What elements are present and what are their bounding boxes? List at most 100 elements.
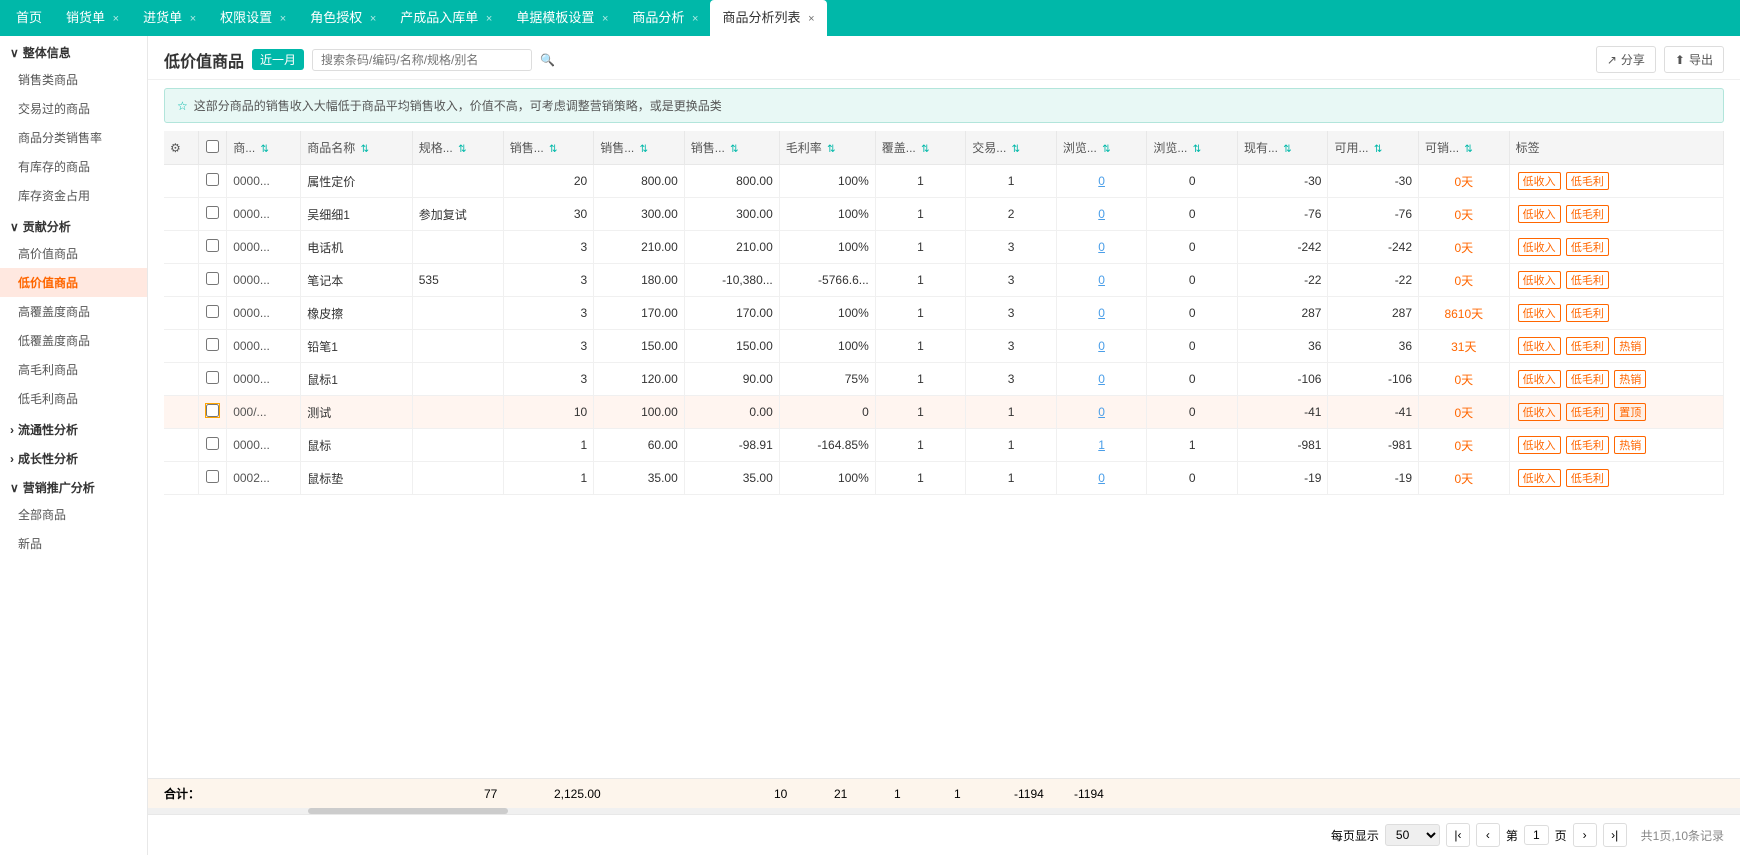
col-available[interactable]: 可用... ⇅ — [1328, 131, 1419, 165]
close-permissions[interactable]: × — [280, 13, 286, 25]
col-name[interactable]: 商品名称 ⇅ — [301, 131, 412, 165]
info-icon: ☆ — [177, 99, 188, 113]
nav-home[interactable]: 首页 — [4, 0, 54, 36]
sidebar-item-low-profit[interactable]: 低毛利商品 — [0, 384, 147, 413]
nav-template-settings[interactable]: 单据模板设置 × — [504, 0, 620, 36]
row-checkbox[interactable] — [206, 404, 219, 417]
col-views1[interactable]: 浏览... ⇅ — [1056, 131, 1147, 165]
close-product-inbound[interactable]: × — [486, 13, 492, 25]
sidebar-item-traded-goods[interactable]: 交易过的商品 — [0, 94, 147, 123]
col-sales-amount[interactable]: 销售... ⇅ — [684, 131, 779, 165]
nav-sales-order[interactable]: 销货单 × — [54, 0, 131, 36]
row-saleable: 0天 — [1419, 396, 1510, 429]
views-link[interactable]: 0 — [1098, 405, 1105, 419]
views-link[interactable]: 0 — [1098, 207, 1105, 221]
settings-gear-icon[interactable]: ⚙ — [170, 141, 181, 155]
sidebar-item-stock-capital[interactable]: 库存资金占用 — [0, 181, 147, 210]
col-transactions[interactable]: 交易... ⇅ — [966, 131, 1057, 165]
col-sales-qty[interactable]: 销售... ⇅ — [503, 131, 594, 165]
sidebar-item-category-rate[interactable]: 商品分类销售率 — [0, 123, 147, 152]
row-sales-price: 150.00 — [594, 330, 685, 363]
row-checkbox[interactable] — [206, 338, 219, 351]
col-current-stock[interactable]: 现有... ⇅ — [1237, 131, 1328, 165]
last-page-button[interactable]: ›| — [1603, 823, 1627, 847]
sidebar-section-overall[interactable]: ∨ 整体信息 — [0, 36, 147, 65]
search-icon[interactable]: 🔍 — [540, 53, 555, 67]
row-spec — [412, 462, 503, 495]
first-page-button[interactable]: |‹ — [1446, 823, 1470, 847]
row-checkbox[interactable] — [206, 272, 219, 285]
views-link[interactable]: 1 — [1098, 438, 1105, 452]
next-page-button[interactable]: › — [1573, 823, 1597, 847]
row-checkbox[interactable] — [206, 371, 219, 384]
sidebar-item-low-value[interactable]: 低价值商品 — [0, 268, 147, 297]
sidebar-section-marketing[interactable]: ∨ 营销推广分析 — [0, 471, 147, 500]
nav-product-analysis-list[interactable]: 商品分析列表 × — [710, 0, 826, 36]
row-checkbox[interactable] — [206, 173, 219, 186]
col-views2[interactable]: 浏览... ⇅ — [1147, 131, 1238, 165]
sidebar-item-high-coverage[interactable]: 高覆盖度商品 — [0, 297, 147, 326]
sidebar-section-liquidity[interactable]: › 流通性分析 — [0, 413, 147, 442]
col-saleable[interactable]: 可销... ⇅ — [1419, 131, 1510, 165]
row-checkbox[interactable] — [206, 470, 219, 483]
nav-purchase-order[interactable]: 进货单 × — [131, 0, 208, 36]
row-sales-qty: 1 — [503, 429, 594, 462]
row-coverage: 1 — [875, 429, 966, 462]
select-all-checkbox[interactable] — [206, 140, 219, 153]
tag-badge: 低收入 — [1518, 205, 1561, 223]
page-size-select[interactable]: 50 100 200 — [1385, 824, 1440, 846]
row-views2: 0 — [1147, 165, 1238, 198]
views-link[interactable]: 0 — [1098, 174, 1105, 188]
close-template-settings[interactable]: × — [602, 13, 608, 25]
views-link[interactable]: 0 — [1098, 471, 1105, 485]
page-title: 低价值商品 — [164, 48, 244, 72]
views-link[interactable]: 0 — [1098, 372, 1105, 386]
sidebar-item-new-goods[interactable]: 新品 — [0, 529, 147, 558]
col-settings[interactable]: ⚙ — [164, 131, 199, 165]
sidebar-item-high-value[interactable]: 高价值商品 — [0, 239, 147, 268]
col-coverage[interactable]: 覆盖... ⇅ — [875, 131, 966, 165]
nav-product-analysis[interactable]: 商品分析 × — [620, 0, 710, 36]
col-tags: 标签 — [1509, 131, 1723, 165]
row-checkbox-cell — [199, 198, 227, 231]
col-sales-price[interactable]: 销售... ⇅ — [594, 131, 685, 165]
row-coverage: 1 — [875, 297, 966, 330]
row-sales-qty: 3 — [503, 297, 594, 330]
views-link[interactable]: 0 — [1098, 306, 1105, 320]
nav-permissions[interactable]: 权限设置 × — [208, 0, 298, 36]
sidebar-item-low-coverage[interactable]: 低覆盖度商品 — [0, 326, 147, 355]
tag-badge: 低收入 — [1518, 337, 1561, 355]
export-button[interactable]: ⬆ 导出 — [1664, 46, 1724, 73]
footer-sales-qty: 77 — [484, 787, 544, 801]
col-spec[interactable]: 规格... ⇅ — [412, 131, 503, 165]
prev-page-button[interactable]: ‹ — [1476, 823, 1500, 847]
close-purchase-order[interactable]: × — [190, 13, 196, 25]
row-checkbox[interactable] — [206, 437, 219, 450]
row-checkbox[interactable] — [206, 239, 219, 252]
collapse-icon-marketing: ∨ — [10, 481, 19, 495]
close-sales-order[interactable]: × — [113, 13, 119, 25]
sidebar-item-all-goods[interactable]: 全部商品 — [0, 500, 147, 529]
close-product-analysis-list[interactable]: × — [808, 13, 814, 25]
row-checkbox[interactable] — [206, 206, 219, 219]
share-button[interactable]: ↗ 分享 — [1596, 46, 1656, 73]
sidebar-section-growth[interactable]: › 成长性分析 — [0, 442, 147, 471]
sidebar-item-high-profit[interactable]: 高毛利商品 — [0, 355, 147, 384]
views-link[interactable]: 0 — [1098, 273, 1105, 287]
nav-product-inbound[interactable]: 产成品入库单 × — [388, 0, 504, 36]
search-input[interactable] — [312, 49, 532, 71]
nav-role-auth[interactable]: 角色授权 × — [298, 0, 388, 36]
views-link[interactable]: 0 — [1098, 339, 1105, 353]
views-link[interactable]: 0 — [1098, 240, 1105, 254]
close-product-analysis[interactable]: × — [692, 13, 698, 25]
sidebar-item-sales-goods[interactable]: 销售类商品 — [0, 65, 147, 94]
col-code[interactable]: 商... ⇅ — [227, 131, 301, 165]
row-current-stock: -41 — [1237, 396, 1328, 429]
date-tag-button[interactable]: 近一月 — [252, 49, 304, 70]
sidebar-item-stock-goods[interactable]: 有库存的商品 — [0, 152, 147, 181]
close-role-auth[interactable]: × — [370, 13, 376, 25]
col-checkbox — [199, 131, 227, 165]
col-gross-margin[interactable]: 毛利率 ⇅ — [779, 131, 875, 165]
row-checkbox[interactable] — [206, 305, 219, 318]
sidebar-section-contribution[interactable]: ∨ 贡献分析 — [0, 210, 147, 239]
